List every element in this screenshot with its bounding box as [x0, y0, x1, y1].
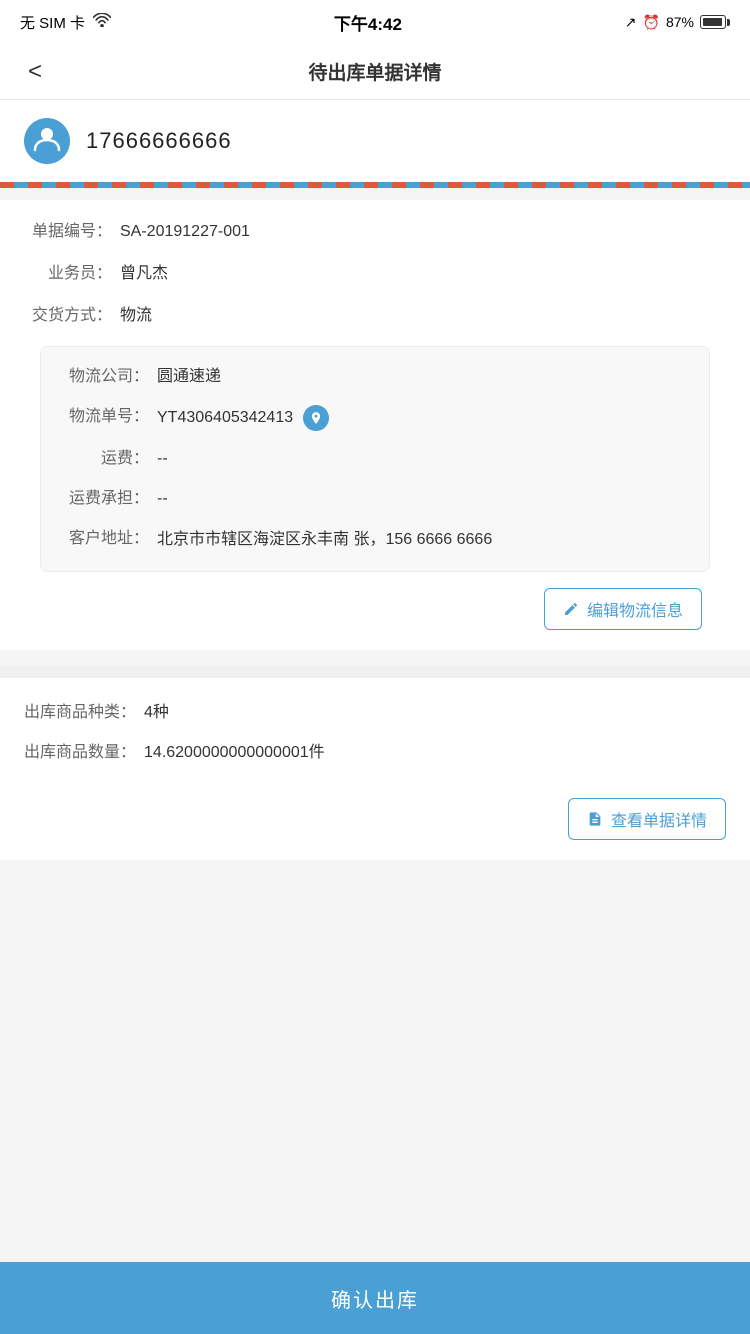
goods-quantity-row: 出库商品数量： 14.620000000000​0001件 — [24, 738, 726, 762]
tracking-number-text: YT43064053424​13 — [157, 406, 293, 430]
address-value: 北京市市辖区海淀区永丰南 张，156 6666 6666 — [157, 527, 689, 553]
status-time: 下午4:42 — [334, 10, 402, 35]
goods-section: 出库商品种类： 4种 出库商品数量： 14.620000000000​0001件 — [0, 678, 750, 782]
section-separator — [0, 666, 750, 678]
edit-logistics-label: 编辑物流信息 — [587, 597, 683, 621]
freight-bearer-row: 运费承担： -- — [61, 487, 689, 511]
avatar — [24, 118, 70, 164]
document-number-value: SA-20191227-001 — [120, 220, 726, 244]
goods-type-row: 出库商品种类： 4种 — [24, 698, 726, 722]
tracking-number-value: YT43064053424​13 — [157, 405, 689, 431]
confirm-button-bar[interactable]: 确认出库 — [0, 1262, 750, 1334]
view-detail-btn-row: 查看单据详情 — [0, 782, 750, 860]
alarm-icon: ⏰ — [643, 14, 660, 31]
location-icon: ↗ — [625, 14, 637, 31]
freight-bearer-value: -- — [157, 487, 689, 511]
wifi-icon — [93, 13, 111, 31]
location-pin-button[interactable] — [303, 405, 329, 431]
tracking-number-row: 物流单号： YT43064053424​13 — [61, 405, 689, 431]
goods-type-label: 出库商品种类： — [24, 698, 136, 722]
goods-quantity-label: 出库商品数量： — [24, 738, 136, 762]
customer-header: 17666666666 — [0, 100, 750, 182]
address-label: 客户地址： — [61, 527, 149, 551]
order-info-section: 单据编号： SA-20191227-001 业务员： 曾凡杰 交货方式： 物流 … — [0, 200, 750, 650]
sales-person-value: 曾凡杰 — [120, 262, 726, 286]
delivery-method-row: 交货方式： 物流 — [24, 304, 726, 328]
goods-type-value: 4种 — [144, 698, 169, 722]
view-detail-label: 查看单据详情 — [611, 807, 707, 831]
bottom-spacer — [0, 860, 750, 1040]
view-detail-button[interactable]: 查看单据详情 — [568, 798, 726, 840]
logistics-company-label: 物流公司： — [61, 365, 149, 389]
goods-quantity-value: 14.620000000000​0001件 — [144, 738, 325, 762]
address-row: 客户地址： 北京市市辖区海淀区永丰南 张，156 6666 6666 — [61, 527, 689, 553]
delivery-method-value: 物流 — [120, 304, 726, 328]
user-icon — [33, 124, 61, 159]
sales-person-row: 业务员： 曾凡杰 — [24, 262, 726, 286]
delivery-method-label: 交货方式： — [24, 304, 112, 328]
logistics-company-value: 圆通速递 — [157, 365, 689, 389]
confirm-button-label: 确认出库 — [331, 1284, 419, 1313]
battery-icon — [700, 15, 730, 29]
freight-value: -- — [157, 447, 689, 471]
logistics-company-row: 物流公司： 圆通速递 — [61, 365, 689, 389]
edit-logistics-button[interactable]: 编辑物流信息 — [544, 588, 702, 630]
document-number-row: 单据编号： SA-20191227-001 — [24, 220, 726, 244]
sales-person-label: 业务员： — [24, 262, 112, 286]
tracking-number-label: 物流单号： — [61, 405, 149, 429]
battery-percent: 87% — [666, 14, 694, 30]
freight-row: 运费： -- — [61, 447, 689, 471]
edit-icon — [563, 601, 579, 617]
customer-phone: 17666666666 — [86, 128, 232, 154]
document-icon — [587, 811, 603, 827]
status-bar: 无 SIM 卡 下午4:42 ↗ ⏰ 87% — [0, 0, 750, 44]
edit-btn-row: 编辑物流信息 — [24, 572, 726, 630]
document-number-label: 单据编号： — [24, 220, 112, 244]
freight-label: 运费： — [61, 447, 149, 471]
back-button[interactable]: < — [20, 50, 50, 94]
carrier-text: 无 SIM 卡 — [20, 12, 85, 33]
status-left: 无 SIM 卡 — [20, 12, 111, 33]
nav-bar: < 待出库单据详情 — [0, 44, 750, 100]
dashed-divider — [0, 182, 750, 188]
freight-bearer-label: 运费承担： — [61, 487, 149, 511]
page-title: 待出库单据详情 — [308, 58, 441, 85]
logistics-card: 物流公司： 圆通速递 物流单号： YT43064053424​13 运费： --… — [40, 346, 710, 572]
status-right: ↗ ⏰ 87% — [625, 14, 730, 31]
